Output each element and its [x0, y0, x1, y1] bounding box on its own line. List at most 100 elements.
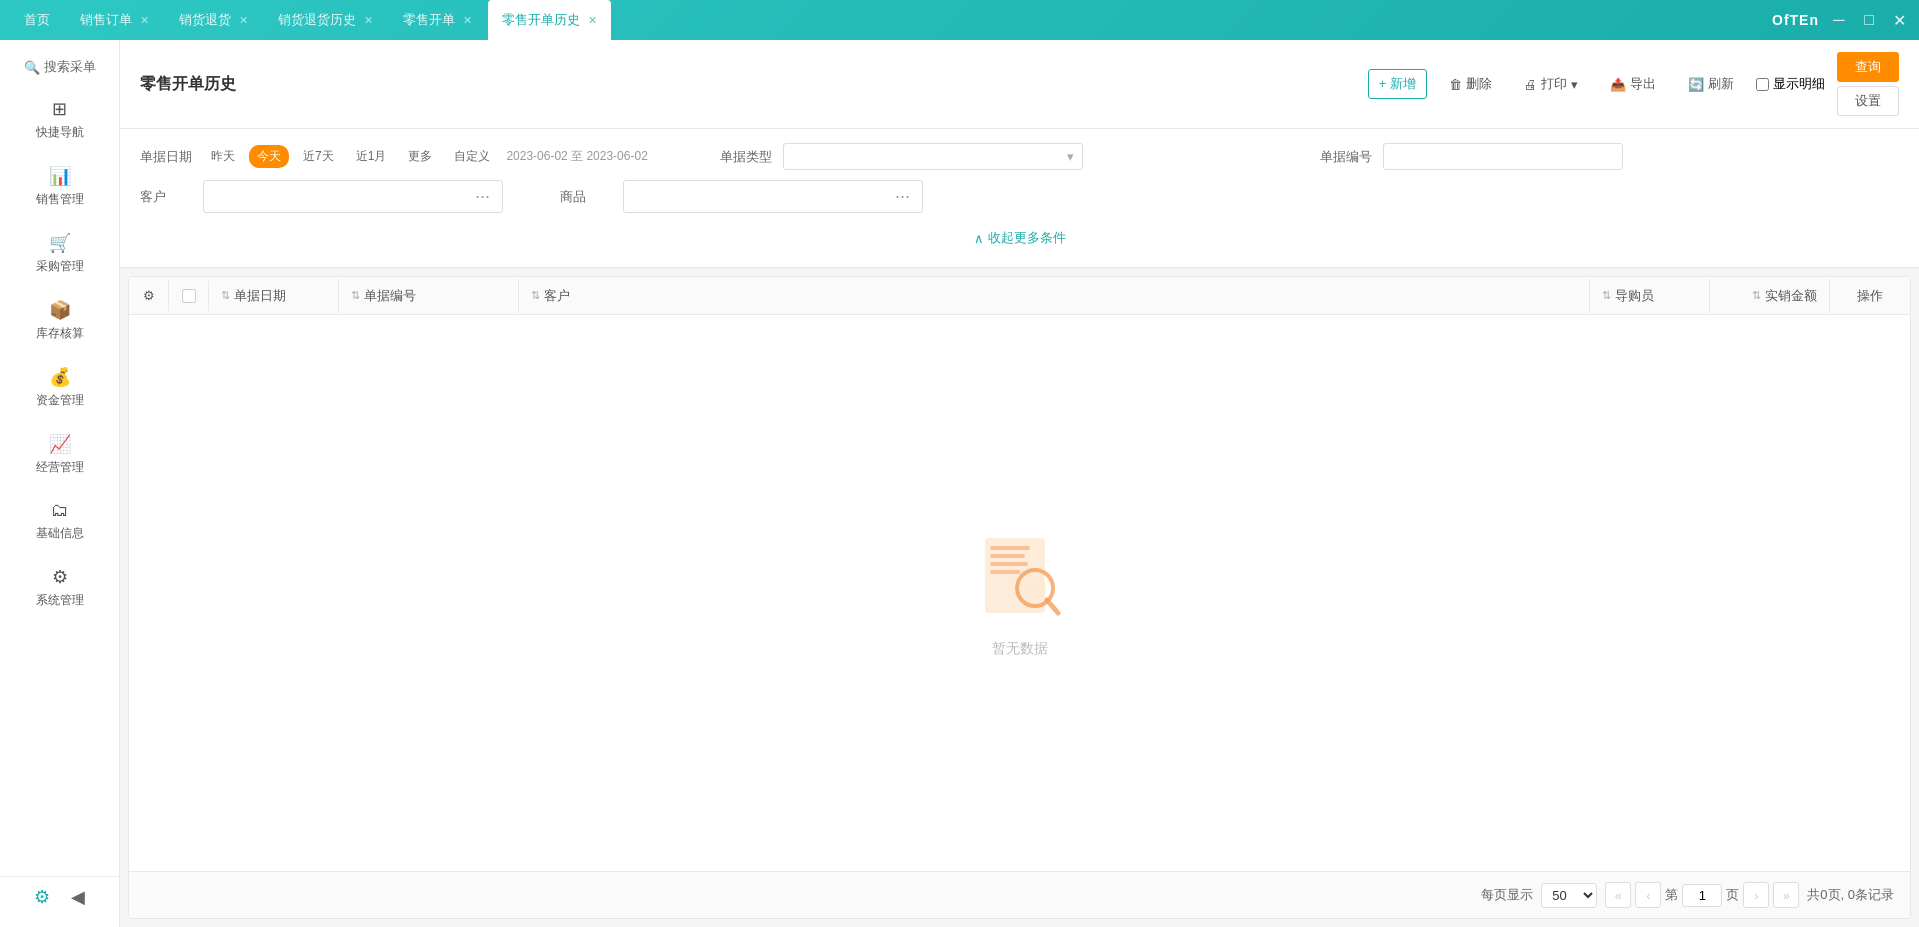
sidebar-item-finance[interactable]: 💰资金管理	[0, 356, 119, 419]
type-select[interactable]: ▾	[783, 143, 1083, 170]
th-amount-label: 实销金额	[1765, 287, 1817, 305]
sidebar-collapse-icon[interactable]: ◀	[68, 887, 88, 907]
date-btn-custom[interactable]: 自定义	[446, 145, 498, 168]
header-checkbox[interactable]	[182, 289, 196, 303]
filter-row-2: 客户 ··· 商品 ···	[140, 180, 1899, 213]
export-button[interactable]: 📤 导出	[1600, 70, 1666, 98]
print-button[interactable]: 🖨 打印 ▾	[1514, 70, 1588, 98]
sidebar-item-basic-info[interactable]: 🗂基础信息	[0, 490, 119, 552]
page-header: 零售开单历史 + 新增 🗑 删除 🖨 打印 ▾ 📤 导出 🔄	[120, 40, 1919, 129]
display-detail-checkbox[interactable]	[1756, 78, 1769, 91]
minimize-button[interactable]: ─	[1829, 10, 1849, 30]
system-icon: ⚙	[52, 566, 68, 588]
th-amount[interactable]: ⇅ 实销金额	[1710, 279, 1830, 313]
sidebar-item-purchase[interactable]: 🛒 采购管理	[0, 222, 119, 285]
query-button[interactable]: 查询	[1837, 52, 1899, 82]
first-page-btn[interactable]: «	[1605, 882, 1631, 908]
date-btn-7days[interactable]: 近7天	[295, 145, 342, 168]
close-button[interactable]: ✕	[1889, 10, 1909, 30]
date-btn-1month[interactable]: 近1月	[348, 145, 395, 168]
th-guide[interactable]: ⇅ 导购员	[1590, 279, 1710, 313]
product-dots: ···	[891, 186, 914, 207]
tab-sales-return[interactable]: 销货退货✕	[165, 0, 262, 40]
customer-select[interactable]: ···	[203, 180, 503, 213]
page-size-select[interactable]: 50 10 20 100	[1541, 883, 1597, 908]
filter-row-1: 单据日期 昨天 今天 近7天 近1月 更多 自定义 2023-06-02 至 2…	[140, 143, 1899, 170]
product-label: 商品	[560, 188, 615, 206]
table-section: ⚙ ⇅ 单据日期 ⇅ 单据编号 ⇅ 客户 ⇅ 导购员	[128, 276, 1911, 919]
page-nav: « ‹ 第 页 › »	[1605, 882, 1799, 908]
setting-button[interactable]: 设置	[1837, 86, 1899, 116]
sidebar-item-quick-nav[interactable]: ⊞快捷导航	[0, 88, 119, 151]
last-page-btn[interactable]: »	[1773, 882, 1799, 908]
tab-sales-return-history[interactable]: 销货退货历史✕	[264, 0, 387, 40]
sidebar-item-system[interactable]: ⚙ 系统管理	[0, 556, 119, 619]
top-bar: 首页销售订单✕销货退货✕销货退货历史✕零售开单✕零售开单历史✕ OfTEn ─ …	[0, 0, 1919, 40]
product-select[interactable]: ···	[623, 180, 923, 213]
th-action: 操作	[1830, 279, 1910, 313]
type-filter-label: 单据类型	[720, 148, 775, 166]
th-order-no-label: 单据编号	[364, 287, 416, 305]
th-date-label: 单据日期	[234, 287, 286, 305]
collapse-label: 收起更多条件	[988, 229, 1066, 247]
date-filter-label: 单据日期	[140, 148, 195, 166]
quick-nav-icon: ⊞	[52, 98, 67, 120]
svg-rect-3	[990, 562, 1028, 566]
maximize-button[interactable]: □	[1859, 10, 1879, 30]
svg-point-7	[1024, 577, 1046, 599]
tab-retail-open[interactable]: 零售开单✕	[389, 0, 486, 40]
sidebar-settings-icon[interactable]: ⚙	[32, 887, 52, 907]
prev-page-btn[interactable]: ‹	[1635, 882, 1661, 908]
add-button[interactable]: + 新增	[1368, 69, 1427, 99]
purchase-icon: 🛒	[49, 232, 71, 254]
sidebar-label-inventory: 库存核算	[36, 325, 84, 342]
print-arrow-icon: ▾	[1571, 77, 1578, 92]
next-page-btn[interactable]: ›	[1743, 882, 1769, 908]
th-order-no[interactable]: ⇅ 单据编号	[339, 279, 519, 313]
date-btn-yesterday[interactable]: 昨天	[203, 145, 243, 168]
date-btn-today[interactable]: 今天	[249, 145, 289, 168]
th-order-no-sort-icon: ⇅	[351, 289, 360, 302]
sidebar-label-finance: 资金管理	[36, 392, 84, 409]
empty-illustration	[960, 528, 1080, 628]
tab-home[interactable]: 首页	[10, 0, 64, 40]
sidebar: 🔍 搜索采单 ⊞快捷导航📊销售管理 🛒 采购管理 📦库存核算💰资金管理📈经营管理🗂基础…	[0, 40, 120, 927]
main-layout: 🔍 搜索采单 ⊞快捷导航📊销售管理 🛒 采购管理 📦库存核算💰资金管理📈经营管理🗂基础…	[0, 40, 1919, 927]
sidebar-search[interactable]: 🔍 搜索采单	[16, 50, 104, 84]
date-btn-more[interactable]: 更多	[400, 145, 440, 168]
customer-label: 客户	[140, 188, 195, 206]
sidebar-item-sales[interactable]: 📊销售管理	[0, 155, 119, 218]
th-settings[interactable]: ⚙	[129, 280, 169, 311]
table-body: 暂无数据	[129, 315, 1910, 871]
order-no-label: 单据编号	[1320, 148, 1375, 166]
content-area: 零售开单历史 + 新增 🗑 删除 🖨 打印 ▾ 📤 导出 🔄	[120, 40, 1919, 927]
tab-close-sales-return-history[interactable]: ✕	[364, 14, 373, 27]
order-no-input[interactable]	[1383, 143, 1623, 170]
sidebar-item-inventory[interactable]: 📦库存核算	[0, 289, 119, 352]
tab-sales-order[interactable]: 销售订单✕	[66, 0, 163, 40]
search-icon: 🔍	[24, 60, 40, 75]
page-size-label: 每页显示	[1481, 886, 1533, 904]
display-detail-toggle[interactable]: 显示明细	[1756, 75, 1825, 93]
tab-close-sales-return[interactable]: ✕	[239, 14, 248, 27]
delete-button[interactable]: 🗑 删除	[1439, 70, 1502, 98]
sidebar-item-operation[interactable]: 📈经营管理	[0, 423, 119, 486]
sidebar-label-purchase: 采购管理	[36, 258, 84, 275]
brand-label: OfTEn	[1772, 12, 1819, 28]
tab-close-retail-open[interactable]: ✕	[463, 14, 472, 27]
empty-state: 暂无数据	[960, 528, 1080, 658]
page-number-input[interactable]	[1682, 884, 1722, 907]
th-customer[interactable]: ⇅ 客户	[519, 279, 1590, 313]
sidebar-label-system: 系统管理	[36, 592, 84, 609]
collapse-filter-btn[interactable]: ∧ 收起更多条件	[140, 223, 1899, 253]
order-no-item: 单据编号	[1320, 143, 1900, 170]
page-suffix: 页	[1726, 886, 1739, 904]
tab-close-sales-order[interactable]: ✕	[140, 14, 149, 27]
sales-icon: 📊	[49, 165, 71, 187]
page-title: 零售开单历史	[140, 74, 236, 95]
th-checkbox[interactable]	[169, 281, 209, 311]
tab-retail-history[interactable]: 零售开单历史✕	[488, 0, 611, 40]
refresh-button[interactable]: 🔄 刷新	[1678, 70, 1744, 98]
tab-close-retail-history[interactable]: ✕	[588, 14, 597, 27]
th-date[interactable]: ⇅ 单据日期	[209, 279, 339, 313]
